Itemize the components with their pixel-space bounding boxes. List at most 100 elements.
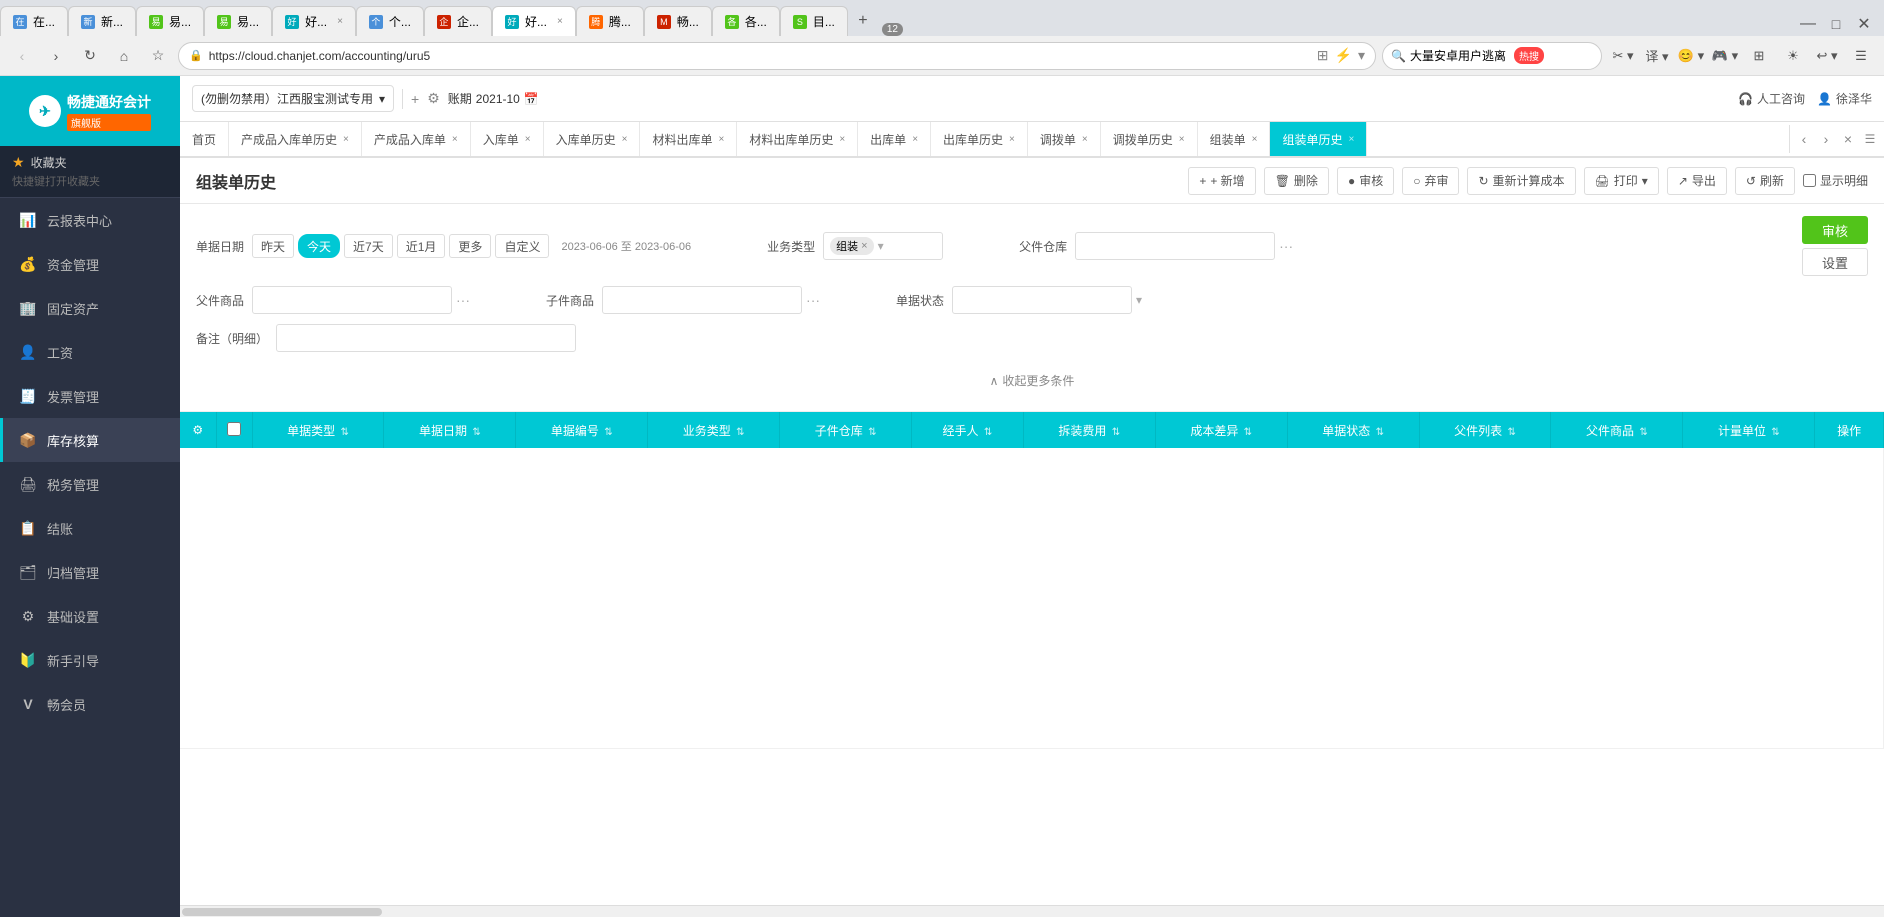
- query-btn[interactable]: 审核: [1802, 216, 1868, 244]
- browser-tab-6[interactable]: 个 个...: [356, 6, 424, 36]
- sidebar-item-tax[interactable]: 🖨 税务管理: [0, 462, 180, 506]
- sidebar-item-guide[interactable]: 🔰 新手引导: [0, 638, 180, 682]
- undo-icon[interactable]: ↩ ▾: [1812, 42, 1842, 70]
- window-close[interactable]: ✕: [1852, 12, 1876, 36]
- sidebar-item-cloud-report[interactable]: 📊 云报表中心: [0, 198, 180, 242]
- table-select-all[interactable]: [227, 422, 241, 436]
- nav-tab-production-in-history[interactable]: 产成品入库单历史 ×: [229, 122, 362, 157]
- new-tab-button[interactable]: +: [848, 6, 878, 36]
- date-more-btn[interactable]: 更多: [449, 234, 491, 258]
- nav-tab-in-order[interactable]: 入库单 ×: [471, 122, 544, 157]
- browser-tab-7[interactable]: 企 企...: [424, 6, 492, 36]
- review-btn[interactable]: ● 审核: [1337, 167, 1394, 195]
- close-in-hist[interactable]: ×: [622, 134, 628, 145]
- qr-icon[interactable]: ⊞: [1317, 47, 1329, 64]
- recalc-btn[interactable]: ↻ 重新计算成本: [1467, 167, 1575, 195]
- new-btn[interactable]: + + 新增: [1188, 167, 1255, 195]
- biz-type-tag-close[interactable]: ×: [861, 240, 867, 252]
- table-header-disassemble-cost[interactable]: 拆装费用 ⇅: [1023, 412, 1155, 448]
- lightning-icon[interactable]: ⚡: [1335, 47, 1352, 64]
- translate-icon[interactable]: 译 ▾: [1642, 42, 1672, 70]
- parent-goods-input[interactable]: [252, 286, 452, 314]
- sort-icon-order-no[interactable]: ⇅: [604, 427, 612, 438]
- nav-tab-assembly[interactable]: 组装单 ×: [1198, 122, 1271, 157]
- dropdown-icon[interactable]: ▾: [1358, 47, 1365, 64]
- sort-icon-parent-list[interactable]: ⇅: [1507, 427, 1515, 438]
- collapse-btn[interactable]: ∧ 收起更多条件: [990, 366, 1075, 395]
- biz-type-input[interactable]: 组装 × ▾: [823, 232, 943, 260]
- bookmark-button[interactable]: ☆: [144, 42, 172, 70]
- table-header-biz-type[interactable]: 业务类型 ⇅: [648, 412, 780, 448]
- tab-scroll-left[interactable]: ‹: [1794, 125, 1814, 153]
- date-1month-btn[interactable]: 近1月: [397, 234, 446, 258]
- nav-tab-material-out-hist[interactable]: 材料出库单历史 ×: [737, 122, 858, 157]
- tab-close-8[interactable]: ×: [557, 16, 563, 27]
- date-7days-btn[interactable]: 近7天: [344, 234, 393, 258]
- table-header-cost-diff[interactable]: 成本差异 ⇅: [1155, 412, 1287, 448]
- export-btn[interactable]: ↗ 导出: [1667, 167, 1727, 195]
- print-btn[interactable]: 🖨 打印 ▾: [1584, 167, 1659, 195]
- notes-input[interactable]: [276, 324, 576, 352]
- date-yesterday-btn[interactable]: 昨天: [252, 234, 294, 258]
- close-transfer-hist[interactable]: ×: [1179, 134, 1185, 145]
- sort-icon-order-date[interactable]: ⇅: [472, 427, 480, 438]
- show-detail-checkbox[interactable]: 显示明细: [1803, 172, 1868, 189]
- table-header-settings[interactable]: ⚙: [180, 412, 216, 448]
- sort-icon-biz-type[interactable]: ⇅: [736, 427, 744, 438]
- close-assembly[interactable]: ×: [1252, 134, 1258, 145]
- browser-tab-5[interactable]: 好 好... ×: [272, 6, 356, 36]
- forward-button[interactable]: ›: [42, 42, 70, 70]
- nav-tab-production-in[interactable]: 产成品入库单 ×: [362, 122, 471, 157]
- company-selector[interactable]: (勿删勿禁用）江西服宝测试专用 ▾: [192, 85, 394, 112]
- sort-icon-order-type[interactable]: ⇅: [340, 427, 348, 438]
- sidebar-item-invoice[interactable]: 🧾 发票管理: [0, 374, 180, 418]
- nav-tab-in-history[interactable]: 入库单历史 ×: [544, 122, 641, 157]
- table-header-order-status[interactable]: 单据状态 ⇅: [1287, 412, 1419, 448]
- tab-menu[interactable]: ☰: [1860, 125, 1880, 153]
- sort-icon-unit[interactable]: ⇅: [1771, 427, 1779, 438]
- browser-tab-12[interactable]: S 目...: [780, 6, 848, 36]
- menu-icon[interactable]: ☰: [1846, 42, 1876, 70]
- table-header-parent-goods[interactable]: 父件商品 ⇅: [1551, 412, 1683, 448]
- nav-tab-out-history[interactable]: 出库单历史 ×: [931, 122, 1028, 157]
- table-header-parent-list[interactable]: 父件列表 ⇅: [1419, 412, 1551, 448]
- browser-tab-3[interactable]: 易 易...: [136, 6, 204, 36]
- sort-icon-parent-goods[interactable]: ⇅: [1639, 427, 1647, 438]
- abandon-btn[interactable]: ○ 弃审: [1402, 167, 1459, 195]
- user-info[interactable]: 👤 徐泽华: [1817, 90, 1872, 107]
- close-assembly-hist[interactable]: ×: [1348, 134, 1354, 145]
- browser-tab-8[interactable]: 好 好... ×: [492, 6, 576, 36]
- emoji-icon[interactable]: 😊 ▾: [1676, 42, 1706, 70]
- sidebar-item-salary[interactable]: 👤 工资: [0, 330, 180, 374]
- parent-warehouse-more[interactable]: ···: [1279, 238, 1293, 254]
- child-goods-input[interactable]: [602, 286, 802, 314]
- table-header-order-type[interactable]: 单据类型 ⇅: [252, 412, 384, 448]
- parent-goods-more[interactable]: ···: [456, 292, 470, 308]
- biz-type-dropdown[interactable]: ▾: [878, 239, 884, 253]
- back-button[interactable]: ‹: [8, 42, 36, 70]
- close-material-out-hist[interactable]: ×: [839, 134, 845, 145]
- parent-warehouse-input[interactable]: [1075, 232, 1275, 260]
- close-transfer[interactable]: ×: [1082, 134, 1088, 145]
- browser-tab-10[interactable]: M 畅...: [644, 6, 712, 36]
- cut-icon[interactable]: ✂ ▾: [1608, 42, 1638, 70]
- tab-scroll-right[interactable]: ›: [1816, 125, 1836, 153]
- table-header-handler[interactable]: 经手人 ⇅: [912, 412, 1024, 448]
- game-icon[interactable]: 🎮 ▾: [1710, 42, 1740, 70]
- sort-icon-cost-diff[interactable]: ⇅: [1244, 427, 1252, 438]
- service-btn[interactable]: 🎧 人工咨询: [1738, 90, 1805, 107]
- table-settings-icon[interactable]: ⚙: [192, 423, 203, 437]
- tab-close-5[interactable]: ×: [337, 16, 343, 27]
- close-prod-in[interactable]: ×: [452, 134, 458, 145]
- add-company-btn[interactable]: +: [411, 91, 419, 107]
- window-minimize[interactable]: —: [1796, 12, 1820, 36]
- browser-tab-9[interactable]: 腾 腾...: [576, 6, 644, 36]
- sidebar-item-inventory[interactable]: 📦 库存核算: [0, 418, 180, 462]
- refresh-btn[interactable]: ↺ 刷新: [1735, 167, 1795, 195]
- period-selector[interactable]: 账期 2021-10 📅: [448, 90, 539, 107]
- nav-tab-transfer[interactable]: 调拨单 ×: [1028, 122, 1101, 157]
- child-goods-more[interactable]: ···: [806, 292, 820, 308]
- close-prod-in-hist[interactable]: ×: [343, 134, 349, 145]
- sun-icon[interactable]: ☀: [1778, 42, 1808, 70]
- sidebar-favorites[interactable]: ★ 收藏夹 快捷键打开收藏夹: [0, 146, 180, 198]
